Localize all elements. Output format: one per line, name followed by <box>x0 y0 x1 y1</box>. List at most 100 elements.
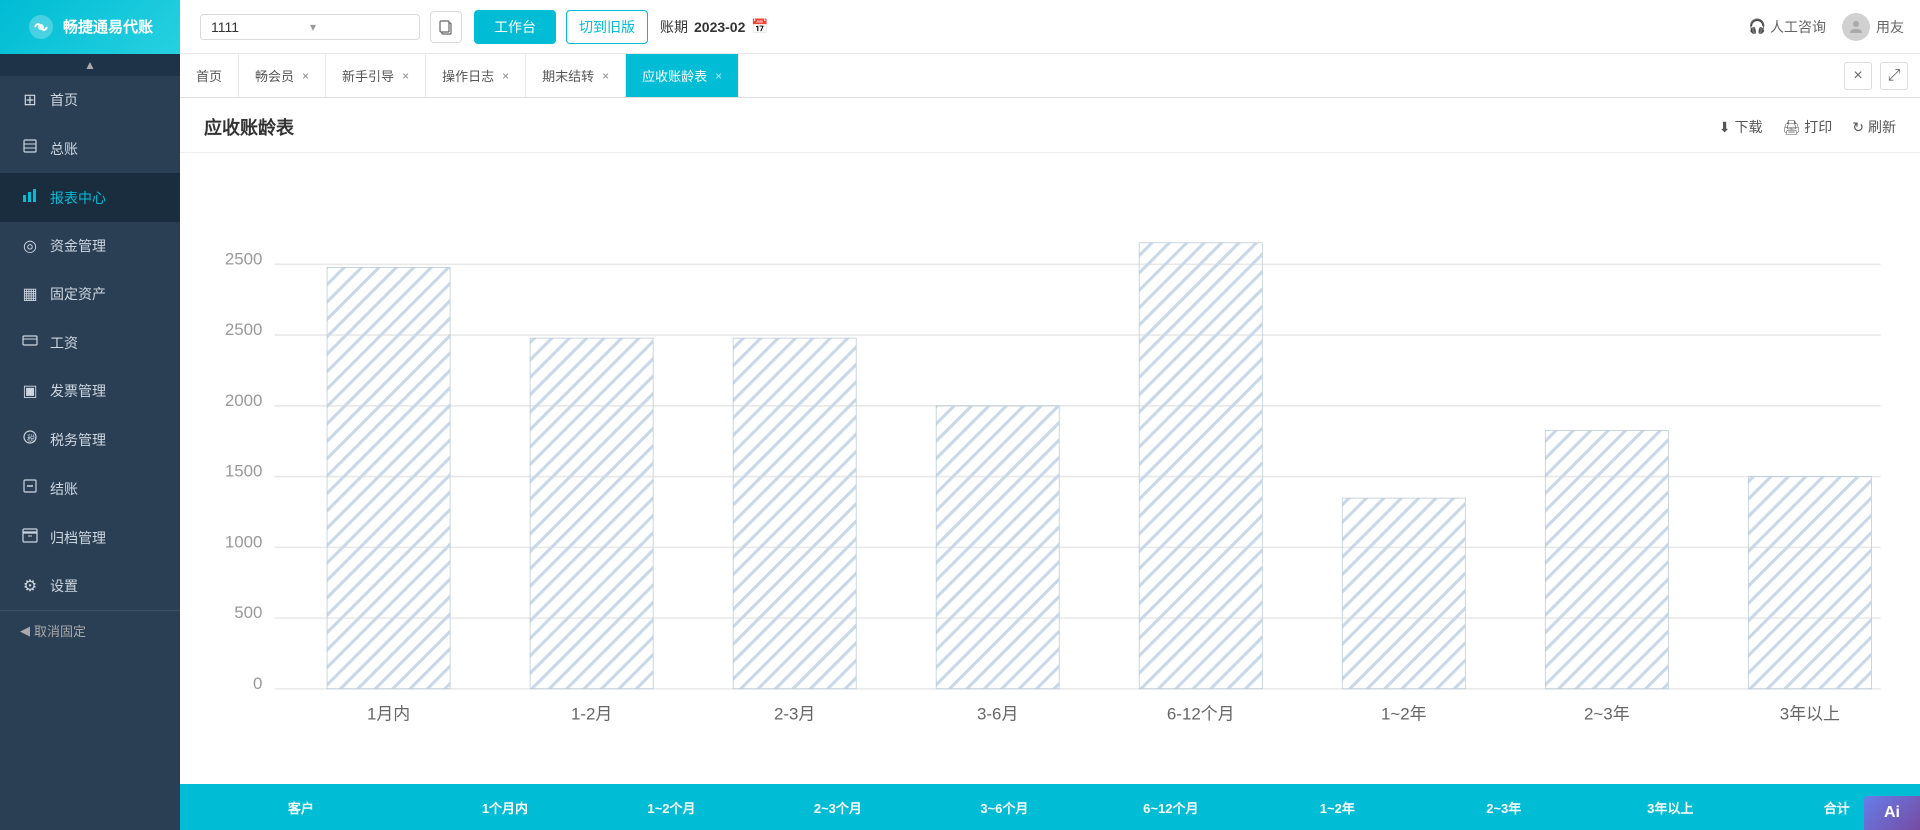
bar-2-3-month[interactable] <box>733 338 856 689</box>
svg-text:2~3年: 2~3年 <box>1584 705 1630 724</box>
sidebar-item-funds[interactable]: ◎ 资金管理 <box>0 222 180 270</box>
tab-guide[interactable]: 新手引导 × <box>326 54 426 97</box>
download-button[interactable]: ⬇ 下载 <box>1719 117 1763 137</box>
logo-text: 畅捷通易代账 <box>63 16 153 37</box>
bar-6-12-month[interactable] <box>1139 243 1262 689</box>
sidebar-label-assets: 固定资产 <box>50 284 106 304</box>
sidebar-label-salary: 工资 <box>50 333 78 353</box>
cancel-fixed-label: 取消固定 <box>34 621 86 640</box>
bar-3-plus-year[interactable] <box>1748 477 1871 689</box>
archive-icon <box>20 527 40 548</box>
refresh-label: 刷新 <box>1868 117 1896 137</box>
tab-aging[interactable]: 应收账龄表 × <box>626 54 739 97</box>
sidebar-scroll-up[interactable]: ▲ <box>0 54 180 76</box>
tab-member-label: 畅会员 <box>255 66 294 85</box>
tab-home-label: 首页 <box>196 66 222 85</box>
th-1-2year: 1~2年 <box>1254 798 1420 817</box>
logo-area: 畅捷通易代账 <box>0 0 180 54</box>
tab-oplog-close[interactable]: × <box>502 69 509 83</box>
th-6-12month: 6~12个月 <box>1088 798 1254 817</box>
bar-2-3-year[interactable] <box>1545 430 1668 688</box>
svg-text:1000: 1000 <box>225 532 263 551</box>
settlement-icon <box>20 478 40 499</box>
switch-version-button[interactable]: 切到旧版 <box>566 10 648 44</box>
tab-member-close[interactable]: × <box>302 69 309 83</box>
svg-text:税: 税 <box>27 433 35 443</box>
svg-text:1~2年: 1~2年 <box>1381 705 1427 724</box>
tab-period-end-close[interactable]: × <box>602 69 609 83</box>
svg-text:500: 500 <box>234 603 262 622</box>
sidebar-item-settings[interactable]: ⚙ 设置 <box>0 562 180 610</box>
page-title: 应收账龄表 <box>204 114 294 140</box>
bar-1-2-month[interactable] <box>530 338 653 689</box>
sidebar-label-archive: 归档管理 <box>50 528 106 548</box>
download-label: 下载 <box>1734 117 1762 137</box>
consult-button[interactable]: 🎧 人工咨询 <box>1749 17 1826 37</box>
sidebar-item-invoice[interactable]: ▣ 发票管理 <box>0 367 180 415</box>
svg-text:6-12个月: 6-12个月 <box>1167 705 1235 724</box>
copy-icon <box>438 19 454 35</box>
svg-text:2500: 2500 <box>225 249 263 268</box>
sidebar-item-salary[interactable]: 工资 <box>0 318 180 367</box>
sidebar-item-settlement[interactable]: 结账 <box>0 464 180 513</box>
invoice-icon: ▣ <box>20 381 40 401</box>
assets-icon: ▦ <box>20 284 40 304</box>
refresh-icon: ↻ <box>1852 119 1864 136</box>
company-name: 1111 <box>211 19 310 35</box>
print-label: 打印 <box>1804 117 1832 137</box>
download-icon: ⬇ <box>1719 119 1731 136</box>
ai-badge[interactable]: Ai <box>1864 796 1920 830</box>
sidebar-item-tax[interactable]: 税 税务管理 <box>0 415 180 464</box>
svg-text:0: 0 <box>253 674 262 693</box>
tab-period-end[interactable]: 期末结转 × <box>526 54 626 97</box>
bar-1-month[interactable] <box>327 267 450 688</box>
sidebar-item-reports[interactable]: 报表中心 <box>0 173 180 222</box>
print-button[interactable]: 🖨 打印 <box>1782 117 1832 137</box>
refresh-button[interactable]: ↻ 刷新 <box>1852 117 1896 137</box>
sidebar-item-ledger[interactable]: 总账 <box>0 124 180 173</box>
company-selector[interactable]: 1111 ▾ <box>200 14 420 40</box>
tab-close-all-button[interactable]: × <box>1844 62 1872 90</box>
tab-bar: 首页 畅会员 × 新手引导 × 操作日志 × 期末结转 × 应收账龄表 × <box>180 54 1920 98</box>
tab-home[interactable]: 首页 <box>180 54 239 97</box>
reports-icon <box>20 187 40 208</box>
main-layout: ▲ ⊞ 首页 总账 报表中心 ◎ 资金管理 ▦ 固定资产 <box>0 54 1920 830</box>
sidebar-item-home[interactable]: ⊞ 首页 <box>0 76 180 124</box>
bar-1-2-year[interactable] <box>1342 498 1465 689</box>
sidebar-item-archive[interactable]: 归档管理 <box>0 513 180 562</box>
calendar-icon[interactable]: 📅 <box>751 18 768 35</box>
cancel-fixed-button[interactable]: ◀ 取消固定 <box>0 610 180 650</box>
dropdown-arrow-icon: ▾ <box>310 20 409 34</box>
user-area[interactable]: 用友 <box>1842 13 1904 41</box>
sidebar-label-tax: 税务管理 <box>50 430 106 450</box>
chart-container: 0 500 1000 1500 2000 2500 2500 <box>180 153 1920 784</box>
tab-member[interactable]: 畅会员 × <box>239 54 326 97</box>
page-content: 应收账龄表 ⬇ 下载 🖨 打印 ↻ 刷新 <box>180 98 1920 830</box>
svg-text:2500: 2500 <box>225 320 263 339</box>
tab-fullscreen-button[interactable]: ⤢ <box>1880 62 1908 90</box>
bar-chart: 0 500 1000 1500 2000 2500 2500 <box>204 163 1896 784</box>
svg-text:1-2月: 1-2月 <box>571 705 612 724</box>
tab-guide-close[interactable]: × <box>402 69 409 83</box>
consult-label: 人工咨询 <box>1770 17 1826 37</box>
tax-icon: 税 <box>20 429 40 450</box>
sidebar-item-assets[interactable]: ▦ 固定资产 <box>0 270 180 318</box>
sidebar-label-settings: 设置 <box>50 576 78 596</box>
workbench-button[interactable]: 工作台 <box>474 10 556 44</box>
bar-3-6-month[interactable] <box>936 406 1059 689</box>
sidebar-label-reports: 报表中心 <box>50 188 106 208</box>
sidebar-label-ledger: 总账 <box>50 139 78 159</box>
th-3plus: 3年以上 <box>1587 798 1753 817</box>
svg-text:2-3月: 2-3月 <box>774 705 815 724</box>
svg-text:1月内: 1月内 <box>367 705 410 724</box>
period-info: 账期 2023-02 📅 <box>660 17 769 37</box>
tab-oplog-label: 操作日志 <box>442 66 494 85</box>
table-header: 客户 1个月内 1~2个月 2~3个月 3~6个月 6~12个月 1~2年 2~… <box>180 784 1920 830</box>
avatar <box>1842 13 1870 41</box>
home-icon: ⊞ <box>20 90 40 110</box>
tab-oplog[interactable]: 操作日志 × <box>426 54 526 97</box>
copy-button[interactable] <box>430 11 462 43</box>
tab-aging-close[interactable]: × <box>715 69 722 83</box>
th-1month: 1个月内 <box>422 798 588 817</box>
th-3-6month: 3~6个月 <box>921 798 1087 817</box>
